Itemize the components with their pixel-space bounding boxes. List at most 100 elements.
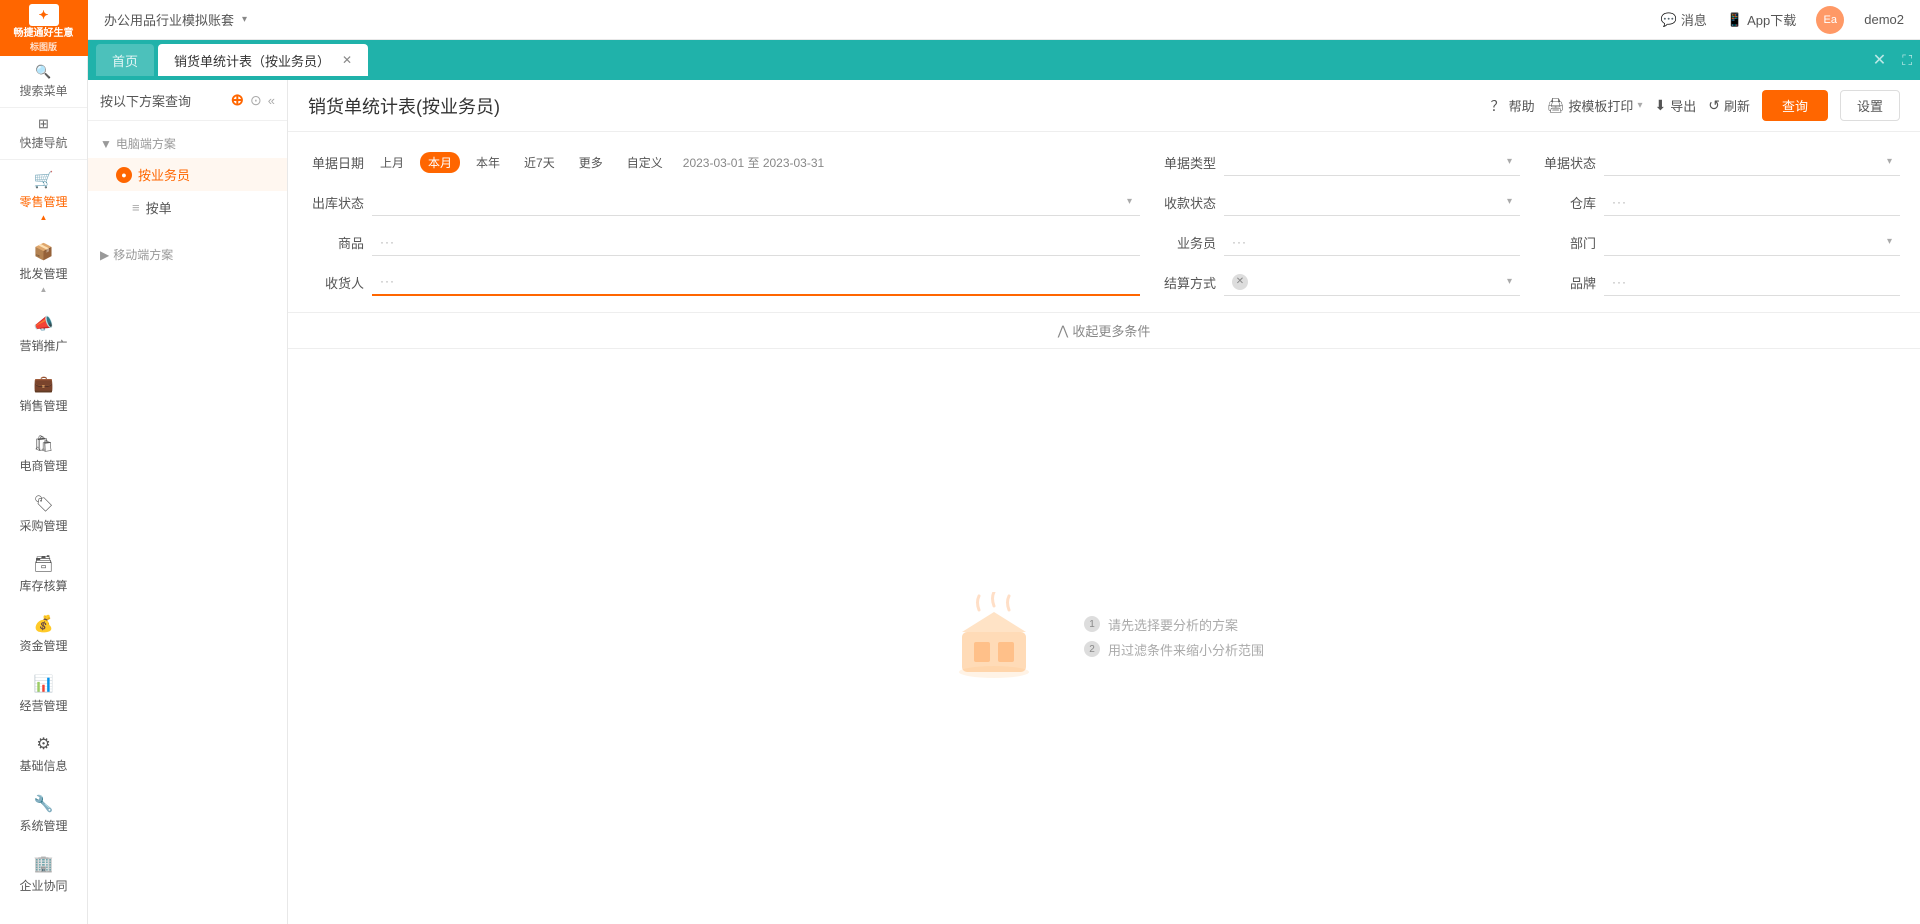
sidebar-item-ecommerce[interactable]: 🛍 电商管理 <box>0 424 87 484</box>
sidebar: ✦ 畅捷通好生意 标图版 🔍 搜索菜单 ⊞ 快捷导航 🛒 零售管理 ▲ 📦 批发… <box>0 0 88 924</box>
help-label: 帮助 <box>1509 96 1535 115</box>
menu-icon: ≡ <box>132 200 140 215</box>
empty-svg <box>944 592 1044 682</box>
sidebar-item-finance[interactable]: 💰 资金管理 <box>0 604 87 664</box>
filter-row-3: 商品 ··· 业务员 ··· 部门 <box>308 228 1900 256</box>
date-btn-this-month[interactable]: 本月 <box>420 152 460 173</box>
help-icon: ？ <box>1491 96 1505 116</box>
topbar-title: 办公用品行业模拟账套 <box>104 10 234 29</box>
panel-collapse-icon[interactable]: « <box>268 93 275 108</box>
sidebar-item-purchase[interactable]: 🏷 采购管理 <box>0 484 87 544</box>
doc-status-control[interactable]: ▾ <box>1604 148 1900 176</box>
tab-expand-icon[interactable]: ⛶ <box>1902 52 1912 69</box>
tab-home-label: 首页 <box>112 51 138 70</box>
sidebar-item-basic[interactable]: ⚙ 基础信息 <box>0 724 87 784</box>
brand-control[interactable]: ··· <box>1604 268 1900 296</box>
sidebar-item-enterprise-label: 企业协同 <box>19 877 67 894</box>
warehouse-label: 仓库 <box>1540 193 1596 212</box>
out-status-chevron-icon: ▾ <box>1127 196 1132 207</box>
sidebar-item-system[interactable]: 🔧 系统管理 <box>0 784 87 844</box>
print-btn[interactable]: 🖨 按模板打印 ▾ <box>1547 96 1643 115</box>
panel-add-icon[interactable]: ⊕ <box>231 90 244 110</box>
sidebar-item-operations[interactable]: 📊 经营管理 <box>0 664 87 724</box>
settlement-label: 结算方式 <box>1160 273 1216 292</box>
inventory-icon: 🗃 <box>34 554 54 574</box>
panel-arrow-right-icon: ▶ <box>100 248 109 262</box>
message-label: 消息 <box>1681 10 1707 29</box>
doc-type-chevron-icon: ▾ <box>1507 156 1512 167</box>
refresh-label: 刷新 <box>1724 96 1750 115</box>
date-btn-last-month[interactable]: 上月 <box>372 152 412 173</box>
brand-dots: ··· <box>1612 275 1627 289</box>
quick-nav[interactable]: ⊞ 快捷导航 <box>0 108 87 160</box>
tab-close-icon[interactable]: ✕ <box>342 53 352 67</box>
sidebar-item-inventory[interactable]: 🗃 库存核算 <box>0 544 87 604</box>
tab-sales-stat-label: 销货单统计表（按业务员） <box>174 51 330 70</box>
sidebar-item-enterprise[interactable]: 🏢 企业协同 <box>0 844 87 904</box>
settlement-control[interactable]: ✕ ▾ <box>1224 268 1520 296</box>
receiver-control[interactable]: ··· <box>372 268 1140 296</box>
refresh-icon: ↺ <box>1708 97 1720 114</box>
dept-control[interactable]: ▾ <box>1604 228 1900 256</box>
page-title: 销货单统计表(按业务员) <box>308 93 500 119</box>
sidebar-item-marketing[interactable]: 📣 营销推广 <box>0 304 87 364</box>
right-main: 销货单统计表(按业务员) ？ 帮助 🖨 按模板打印 ▾ ⬇ 导出 <box>288 80 1920 924</box>
finance-icon: 💰 <box>34 614 54 634</box>
tab-sales-stat[interactable]: 销货单统计表（按业务员） ✕ <box>158 44 368 76</box>
dept-chevron-icon: ▾ <box>1887 236 1892 247</box>
search-menu[interactable]: 🔍 搜索菜单 <box>0 56 87 108</box>
salesperson-control[interactable]: ··· <box>1224 228 1520 256</box>
query-button[interactable]: 查询 <box>1762 90 1828 121</box>
brand-label: 品牌 <box>1540 273 1596 292</box>
sidebar-item-retail[interactable]: 🛒 零售管理 ▲ <box>0 160 87 232</box>
date-btn-more[interactable]: 更多 <box>571 152 611 173</box>
panel-item-by-doc[interactable]: ≡ 按单 <box>88 191 287 224</box>
enterprise-icon: 🏢 <box>34 854 54 874</box>
doc-type-control[interactable]: ▾ <box>1224 148 1520 176</box>
collapse-bar: ⋀ 收起更多条件 <box>288 313 1920 349</box>
panel-item-by-salesperson[interactable]: ● 按业务员 <box>88 158 287 191</box>
goods-control[interactable]: ··· <box>372 228 1140 256</box>
receiver-label: 收货人 <box>308 273 364 292</box>
topbar: 办公用品行业模拟账套 ▾ 💬 消息 📱 App下载 Ea demo2 <box>88 0 1920 40</box>
dept-label: 部门 <box>1540 233 1596 252</box>
receive-status-control[interactable]: ▾ <box>1224 188 1520 216</box>
message-icon: 💬 <box>1661 12 1677 28</box>
ecommerce-icon: 🛍 <box>34 434 54 454</box>
out-status-control[interactable]: ▾ <box>372 188 1140 216</box>
help-btn[interactable]: ？ 帮助 <box>1491 96 1535 116</box>
settlement-clear-icon[interactable]: ✕ <box>1232 274 1248 290</box>
tab-home[interactable]: 首页 <box>96 44 154 76</box>
sidebar-item-operations-label: 经营管理 <box>19 697 67 714</box>
warehouse-control[interactable]: ··· <box>1604 188 1900 216</box>
username[interactable]: demo2 <box>1864 12 1904 27</box>
goods-dots: ··· <box>380 235 395 249</box>
page-actions: ？ 帮助 🖨 按模板打印 ▾ ⬇ 导出 ↺ 刷新 <box>1491 90 1900 121</box>
filter-field-out-status: 出库状态 ▾ <box>308 188 1140 216</box>
page-header: 销货单统计表(按业务员) ？ 帮助 🖨 按模板打印 ▾ ⬇ 导出 <box>288 80 1920 132</box>
date-btn-this-year[interactable]: 本年 <box>468 152 508 173</box>
topbar-left: 办公用品行业模拟账套 ▾ <box>104 10 247 29</box>
collapse-button[interactable]: ⋀ 收起更多条件 <box>1058 321 1151 340</box>
panel-group-pc: ▼ 电脑端方案 ● 按业务员 ≡ 按单 <box>88 121 287 232</box>
operations-icon: 📊 <box>34 674 54 694</box>
refresh-btn[interactable]: ↺ 刷新 <box>1708 96 1750 115</box>
sidebar-item-wholesale[interactable]: 📦 批发管理 ▲ <box>0 232 87 304</box>
filter-field-dept: 部门 ▾ <box>1540 228 1900 256</box>
doc-type-label: 单据类型 <box>1160 153 1216 172</box>
topbar-dropdown-icon[interactable]: ▾ <box>242 14 247 25</box>
message-btn[interactable]: 💬 消息 <box>1661 10 1707 29</box>
filter-field-receive-status: 收款状态 ▾ <box>1160 188 1520 216</box>
app-icon: 📱 <box>1727 12 1743 28</box>
sidebar-item-system-label: 系统管理 <box>19 817 67 834</box>
panel-edit-icon[interactable]: ⊙ <box>250 92 262 109</box>
tab-close-all-icon[interactable]: ✕ <box>1873 50 1886 70</box>
app-download-btn[interactable]: 📱 App下载 <box>1727 10 1796 29</box>
date-btn-7days[interactable]: 近7天 <box>516 152 563 173</box>
settings-button[interactable]: 设置 <box>1840 90 1900 121</box>
sidebar-item-sales[interactable]: 💼 销售管理 <box>0 364 87 424</box>
export-btn[interactable]: ⬇ 导出 <box>1654 96 1696 115</box>
sidebar-item-wholesale-label: 批发管理 <box>19 265 67 282</box>
date-btn-custom[interactable]: 自定义 <box>619 152 671 173</box>
app-download-label: App下载 <box>1747 10 1796 29</box>
